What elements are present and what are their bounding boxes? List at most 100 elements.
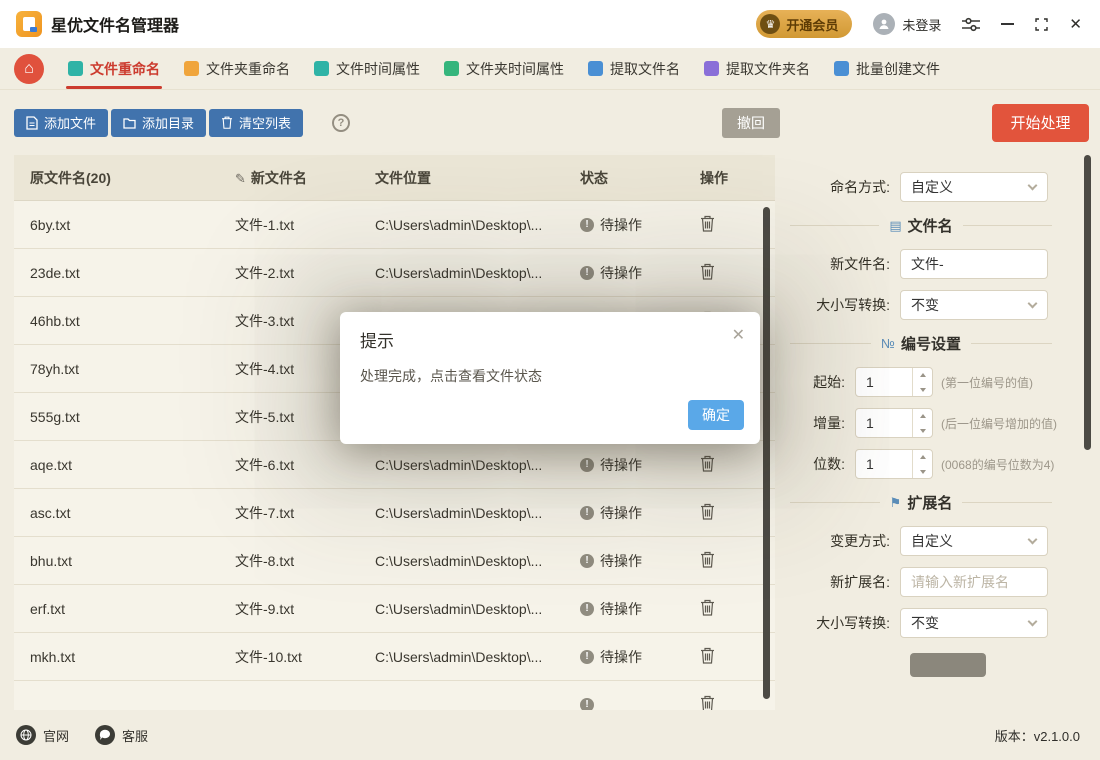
cell-old-name: 555g.txt (14, 409, 219, 425)
start-number-hint: (第一位编号的值) (941, 374, 1033, 391)
minimize-button[interactable] (1001, 23, 1014, 25)
chevron-down-icon (1028, 181, 1038, 191)
app-logo-icon (16, 11, 42, 37)
delete-row-button[interactable] (700, 263, 715, 280)
header-new-name: ✎新文件名 (219, 168, 359, 188)
delete-row-button[interactable] (700, 455, 715, 472)
spin-up-icon[interactable] (913, 368, 932, 382)
tab-label: 文件夹时间属性 (466, 59, 564, 79)
home-icon: ⌂ (24, 60, 34, 78)
cell-action (684, 551, 775, 571)
table-scrollbar[interactable] (763, 207, 770, 699)
header-status: 状态 (564, 168, 684, 188)
tab-file-time[interactable]: 文件时间属性 (302, 48, 432, 89)
info-icon: ! (580, 554, 594, 568)
delete-row-button[interactable] (700, 215, 715, 232)
digits-spinner[interactable] (855, 449, 933, 479)
cell-new-name: 文件-3.txt (219, 311, 359, 331)
spin-up-icon[interactable] (913, 409, 932, 423)
spin-down-icon[interactable] (913, 464, 932, 478)
cell-path: C:\Users\admin\Desktop\... (359, 601, 564, 617)
clear-list-button[interactable]: 清空列表 (209, 109, 303, 137)
vip-label: 开通会员 (786, 15, 838, 34)
settings-sliders-icon[interactable] (962, 17, 980, 32)
case-convert2-label: 大小写转换: (790, 613, 890, 633)
start-number-spinner[interactable] (855, 367, 933, 397)
increment-spinner[interactable] (855, 408, 933, 438)
maximize-button[interactable] (1035, 18, 1048, 31)
case-convert-label: 大小写转换: (790, 295, 890, 315)
delete-row-button[interactable] (700, 503, 715, 520)
extension-section-header: ⚑扩展名 (790, 492, 1052, 513)
dialog-confirm-button[interactable]: 确定 (688, 400, 744, 430)
cell-old-name: aqe.txt (14, 457, 219, 473)
tab-label: 文件夹重命名 (206, 59, 290, 79)
cell-action (684, 263, 775, 283)
website-link[interactable]: 官网 (16, 725, 69, 745)
cell-old-name: bhu.txt (14, 553, 219, 569)
login-button[interactable]: 未登录 (873, 13, 941, 35)
batch-create-icon (834, 61, 849, 76)
help-icon[interactable]: ? (332, 114, 350, 132)
undo-button[interactable]: 撤回 (722, 108, 780, 138)
cell-action (684, 647, 775, 667)
extract-foldername-icon (704, 61, 719, 76)
delete-row-button[interactable] (700, 647, 715, 664)
new-extension-input[interactable] (900, 567, 1048, 597)
start-process-button[interactable]: 开始处理 (992, 104, 1089, 142)
tab-bar: ⌂ 文件重命名 文件夹重命名文件时间属性 文件夹时间属性提取文件名提取文件夹名批量创… (0, 48, 1100, 90)
case-convert-select[interactable]: 不变 (900, 290, 1048, 320)
cell-new-name: 文件-6.txt (219, 455, 359, 475)
start-number-label: 起始: (790, 372, 845, 392)
spin-up-icon[interactable] (913, 450, 932, 464)
increment-input[interactable] (856, 409, 912, 437)
tab-rename-file[interactable]: 文件重命名 (56, 48, 172, 89)
cell-path: C:\Users\admin\Desktop\... (359, 217, 564, 233)
case-convert-value: 不变 (911, 295, 939, 315)
tab-folder-time[interactable]: 文件夹时间属性 (432, 48, 576, 89)
cell-status: !待操作 (564, 263, 684, 283)
case-convert2-select[interactable]: 不变 (900, 608, 1048, 638)
support-link[interactable]: 客服 (95, 725, 148, 745)
new-filename-input[interactable] (900, 249, 1048, 279)
flag-icon: ⚑ (890, 495, 902, 511)
cell-path: C:\Users\admin\Desktop\... (359, 265, 564, 281)
dialog-close-icon[interactable]: ✕ (732, 325, 745, 345)
spin-down-icon[interactable] (913, 423, 932, 437)
tab-extract-foldername[interactable]: 提取文件夹名 (692, 48, 822, 89)
add-file-button[interactable]: 添加文件 (14, 109, 108, 137)
digits-input[interactable] (856, 450, 912, 478)
spin-down-icon[interactable] (913, 382, 932, 396)
cell-status: !待操作 (564, 599, 684, 619)
tab-rename-folder[interactable]: 文件夹重命名 (172, 48, 302, 89)
increment-label: 增量: (790, 413, 845, 433)
change-method-select[interactable]: 自定义 (900, 526, 1048, 556)
trash-icon (221, 116, 233, 129)
status-text: 待操作 (600, 455, 642, 475)
tab-batch-create[interactable]: 批量创建文件 (822, 48, 952, 89)
delete-row-button[interactable] (700, 551, 715, 568)
panel-partial-button[interactable] (910, 653, 986, 677)
vip-button[interactable]: ♛ 开通会员 (756, 10, 852, 38)
start-number-input[interactable] (856, 368, 912, 396)
toolbar: 添加文件 添加目录 清空列表 ? 撤回 开始处理 (0, 90, 1100, 155)
folder-time-icon (444, 61, 459, 76)
delete-row-button[interactable] (700, 695, 715, 711)
digits-label: 位数: (790, 454, 845, 474)
cell-old-name: mkh.txt (14, 649, 219, 665)
naming-method-select[interactable]: 自定义 (900, 172, 1048, 202)
tab-extract-filename[interactable]: 提取文件名 (576, 48, 692, 89)
website-label: 官网 (43, 726, 69, 745)
cell-status: !待操作 (564, 215, 684, 235)
close-button[interactable]: ✕ (1069, 15, 1082, 33)
numbering-section-title: 编号设置 (901, 333, 961, 354)
header-location: 文件位置 (359, 168, 564, 188)
filename-section-title: 文件名 (908, 215, 953, 236)
panel-scrollbar[interactable] (1084, 155, 1091, 450)
add-file-icon (26, 116, 38, 130)
home-button[interactable]: ⌂ (14, 54, 44, 84)
delete-row-button[interactable] (700, 599, 715, 616)
status-text: 待操作 (600, 599, 642, 619)
info-icon: ! (580, 266, 594, 280)
add-folder-button[interactable]: 添加目录 (111, 109, 206, 137)
